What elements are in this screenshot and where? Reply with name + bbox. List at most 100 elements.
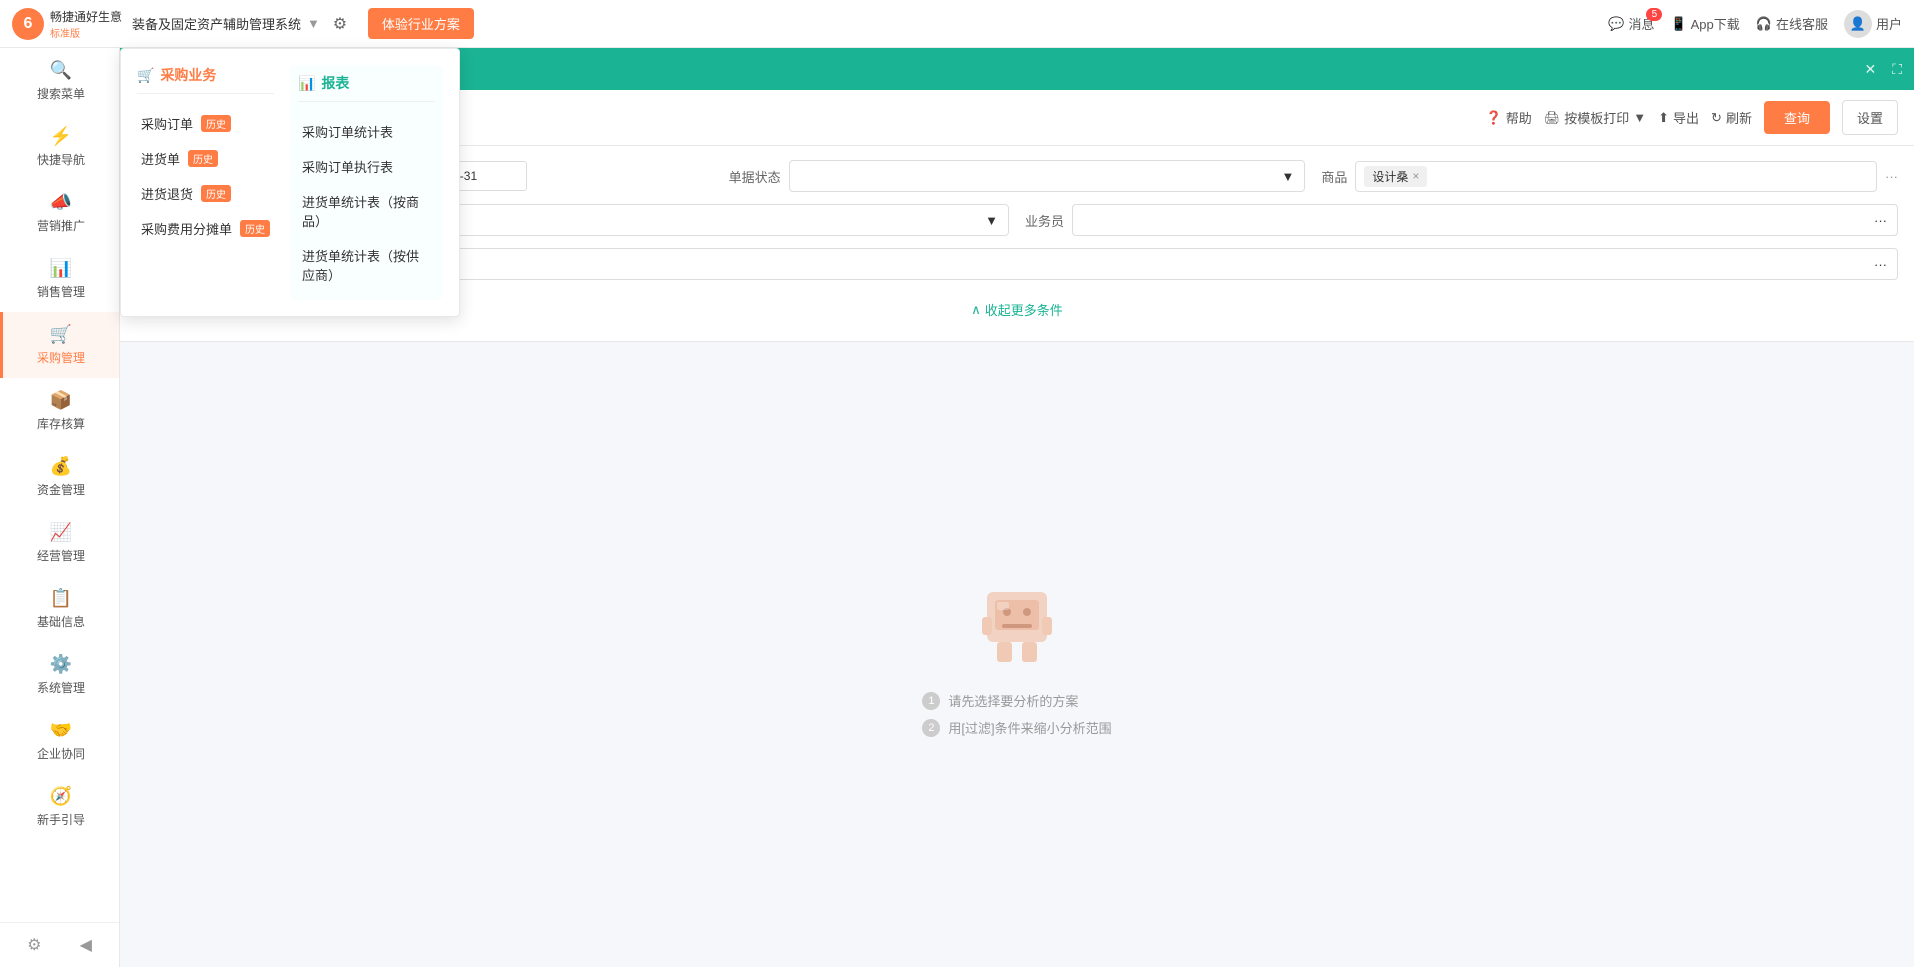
- sidebar-bottom: ⚙ ◀: [0, 922, 119, 967]
- operations-icon: 📈: [50, 522, 72, 543]
- collapse-btn[interactable]: ∧ 收起更多条件: [963, 292, 1071, 327]
- header-right: 💬 消息 5 📱 App下载 🎧 在线客服 👤 用户: [1608, 10, 1902, 38]
- print-icon: 🖨: [1544, 110, 1561, 126]
- print-btn[interactable]: 🖨 按模板打印 ▼: [1544, 108, 1646, 127]
- tab-bar-right: ✕ ⛶: [1860, 57, 1906, 82]
- print-arrow-icon: ▼: [1633, 110, 1646, 125]
- sidebar-settings-btn[interactable]: ⚙: [27, 935, 41, 955]
- sidebar-item-search[interactable]: 🔍 搜索菜单: [0, 48, 119, 114]
- online-service-action[interactable]: 🎧 在线客服: [1756, 14, 1828, 33]
- history-badge-2: 历史: [201, 185, 231, 202]
- user-action[interactable]: 👤 用户: [1844, 10, 1902, 38]
- goods-tag: 设计桑 ×: [1364, 166, 1427, 187]
- salesperson-filter: 业务员 ···: [1025, 204, 1898, 236]
- guide-icon: 🧭: [50, 786, 72, 807]
- dropdown-purchase-order-stat[interactable]: 采购订单统计表: [298, 114, 435, 149]
- quick-nav-icon: ⚡: [50, 126, 72, 147]
- sidebar-item-inventory[interactable]: 📦 库存核算: [0, 378, 119, 444]
- empty-text-area: 1 请先选择要分析的方案 2 用[过滤]条件来缩小分析范围: [922, 691, 1111, 737]
- history-badge-0: 历史: [201, 115, 231, 132]
- message-action[interactable]: 💬 消息 5: [1608, 14, 1654, 33]
- enterprise-icon: 🤝: [50, 720, 72, 741]
- empty-num-2: 2: [922, 719, 940, 737]
- app-download-action[interactable]: 📱 App下载: [1670, 14, 1739, 33]
- empty-icon-area: [957, 572, 1077, 675]
- marketing-icon: 📣: [50, 192, 72, 213]
- content-area: 首页 销售排行榜 × ✕ ⛶ ❓ 帮助 🖨 按模板打印: [120, 48, 1914, 967]
- order-status-select[interactable]: ▼: [789, 160, 1306, 192]
- dropdown-purchase-expense[interactable]: 采购费用分摊单 历史: [137, 211, 274, 246]
- logo-area: 6 畅捷通好生意 标准版: [12, 8, 132, 40]
- rank-item-arrow-icon: ▼: [985, 213, 998, 228]
- message-badge: 5: [1646, 8, 1662, 21]
- logo-text: 畅捷通好生意 标准版: [50, 8, 122, 40]
- query-btn[interactable]: 查询: [1764, 101, 1830, 134]
- salesperson-label: 业务员: [1025, 211, 1064, 230]
- dropdown-goods-in[interactable]: 进货单 历史: [137, 141, 274, 176]
- help-btn[interactable]: ❓ 帮助: [1486, 108, 1532, 127]
- gear-button[interactable]: ⚙: [326, 10, 354, 38]
- capital-icon: 💰: [50, 456, 72, 477]
- purchase-title-icon: 🛒: [137, 67, 154, 84]
- headset-icon: 🎧: [1756, 16, 1772, 32]
- sidebar-item-quick-nav[interactable]: ⚡ 快捷导航: [0, 114, 119, 180]
- industry-btn[interactable]: 体验行业方案: [368, 8, 474, 39]
- empty-num-1: 1: [922, 692, 940, 710]
- empty-text-2: 2 用[过滤]条件来缩小分析范围: [922, 718, 1111, 737]
- goods-dots-icon[interactable]: ···: [1885, 169, 1898, 184]
- message-icon: 💬: [1608, 16, 1624, 32]
- sidebar-item-capital[interactable]: 💰 资金管理: [0, 444, 119, 510]
- dropdown-purchase-order[interactable]: 采购订单 历史: [137, 106, 274, 141]
- system-title-text: 装备及固定资产辅助管理系统: [132, 14, 301, 33]
- history-badge-1: 历史: [188, 150, 218, 167]
- inventory-icon: 📦: [50, 390, 72, 411]
- sidebar-item-enterprise[interactable]: 🤝 企业协同: [0, 708, 119, 774]
- report-col: 📊 报表 采购订单统计表 采购订单执行表 进货单统计表（按商品） 进货单统计表（…: [290, 65, 443, 300]
- salesperson-dots-icon: ···: [1874, 213, 1887, 228]
- history-badge-3: 历史: [240, 220, 270, 237]
- goods-input-area[interactable]: 设计桑 ×: [1355, 161, 1877, 192]
- system-title-area: 装备及固定资产辅助管理系统 ▼ ⚙ 体验行业方案: [132, 8, 1608, 39]
- help-icon: ❓: [1486, 110, 1502, 126]
- tab-bar-expand-icon[interactable]: ⛶: [1888, 57, 1906, 82]
- refresh-icon: ↻: [1711, 110, 1722, 126]
- purchase-col-title: 🛒 采购业务: [137, 65, 274, 94]
- refresh-btn[interactable]: ↻ 刷新: [1711, 108, 1752, 127]
- goods-filter: 商品 设计桑 × ···: [1321, 161, 1898, 192]
- order-status-arrow-icon: ▼: [1281, 169, 1294, 184]
- logo-icon: 6: [12, 8, 44, 40]
- system-icon: ⚙️: [50, 654, 72, 675]
- purchase-col: 🛒 采购业务 采购订单 历史 进货单 历史 进货退货 历史: [137, 65, 274, 300]
- report-col-title: 📊 报表: [298, 73, 435, 102]
- dropdown-goods-in-stat-goods[interactable]: 进货单统计表（按商品）: [298, 184, 435, 238]
- settings-btn[interactable]: 设置: [1842, 100, 1898, 135]
- sidebar-item-marketing[interactable]: 📣 营销推广: [0, 180, 119, 246]
- basic-info-icon: 📋: [50, 588, 72, 609]
- order-status-label: 单据状态: [729, 167, 781, 186]
- sidebar-item-basic-info[interactable]: 📋 基础信息: [0, 576, 119, 642]
- customer-dots-icon: ···: [1874, 257, 1887, 272]
- dropdown-goods-return[interactable]: 进货退货 历史: [137, 176, 274, 211]
- purchase-icon: 🛒: [50, 324, 72, 345]
- main-layout: 🔍 搜索菜单 ⚡ 快捷导航 📣 营销推广 📊 销售管理 🛒 采购管理 📦 库存核…: [0, 48, 1914, 967]
- goods-tag-close-icon[interactable]: ×: [1412, 169, 1419, 183]
- salesperson-select[interactable]: ···: [1072, 204, 1898, 236]
- dropdown-columns: 🛒 采购业务 采购订单 历史 进货单 历史 进货退货 历史: [137, 65, 443, 300]
- export-icon: ⬆: [1658, 110, 1669, 126]
- export-btn[interactable]: ⬆ 导出: [1658, 108, 1699, 127]
- sidebar-item-operations[interactable]: 📈 经营管理: [0, 510, 119, 576]
- sidebar-item-purchase[interactable]: 🛒 采购管理: [0, 312, 119, 378]
- sidebar: 🔍 搜索菜单 ⚡ 快捷导航 📣 营销推广 📊 销售管理 🛒 采购管理 📦 库存核…: [0, 48, 120, 967]
- dropdown-purchase-order-exec[interactable]: 采购订单执行表: [298, 149, 435, 184]
- empty-text-1: 1 请先选择要分析的方案: [922, 691, 1111, 710]
- sidebar-collapse-btn[interactable]: ◀: [80, 935, 92, 955]
- tab-bar-close-icon[interactable]: ✕: [1860, 57, 1880, 82]
- empty-illustration: [957, 572, 1077, 672]
- sidebar-item-sales[interactable]: 📊 销售管理: [0, 246, 119, 312]
- top-header: 6 畅捷通好生意 标准版 装备及固定资产辅助管理系统 ▼ ⚙ 体验行业方案 💬 …: [0, 0, 1914, 48]
- dropdown-menu: 🛒 采购业务 采购订单 历史 进货单 历史 进货退货 历史: [120, 48, 460, 317]
- sidebar-item-system[interactable]: ⚙️ 系统管理: [0, 642, 119, 708]
- sidebar-item-guide[interactable]: 🧭 新手引导: [0, 774, 119, 840]
- dropdown-goods-in-stat-supplier[interactable]: 进货单统计表（按供应商）: [298, 238, 435, 292]
- system-arrow-icon[interactable]: ▼: [307, 16, 320, 31]
